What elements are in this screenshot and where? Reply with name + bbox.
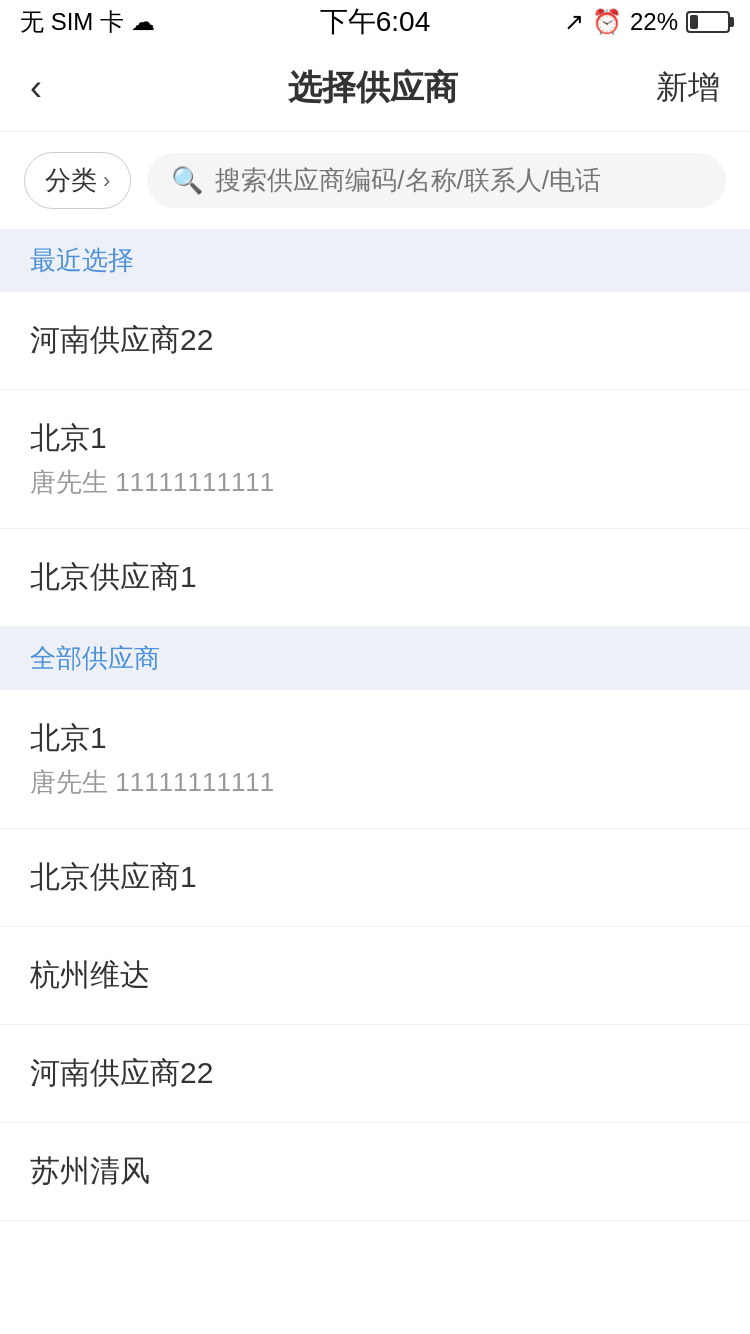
item-name: 北京供应商1 — [30, 557, 720, 598]
item-name: 杭州维达 — [30, 955, 720, 996]
list-item[interactable]: 河南供应商22 — [0, 1025, 750, 1123]
list-item[interactable]: 北京1 唐先生 11111111111 — [0, 690, 750, 829]
recent-items-list: 河南供应商22 北京1 唐先生 11111111111 北京供应商1 — [0, 292, 750, 627]
all-section-header: 全部供应商 — [0, 627, 750, 690]
battery-percent: 22% — [630, 8, 678, 36]
battery-fill — [690, 15, 698, 29]
item-sub: 唐先生 11111111111 — [30, 765, 720, 800]
item-name: 北京1 — [30, 718, 720, 759]
recent-section-label: 最近选择 — [30, 245, 134, 275]
category-label: 分类 — [45, 163, 97, 198]
list-item[interactable]: 杭州维达 — [0, 927, 750, 1025]
search-icon: 🔍 — [171, 165, 203, 196]
all-section-label: 全部供应商 — [30, 643, 160, 673]
search-input-wrap: 🔍 — [147, 153, 726, 208]
chevron-right-icon: › — [103, 168, 110, 194]
list-item[interactable]: 北京1 唐先生 11111111111 — [0, 390, 750, 529]
status-left: 无 SIM 卡 ☁ — [20, 6, 155, 38]
back-button[interactable]: ‹ — [30, 67, 90, 109]
category-filter-button[interactable]: 分类 › — [24, 152, 131, 209]
list-item[interactable]: 苏州清风 — [0, 1123, 750, 1221]
item-name: 北京供应商1 — [30, 857, 720, 898]
item-sub: 唐先生 11111111111 — [30, 465, 720, 500]
sim-status: 无 SIM 卡 ☁ — [20, 6, 155, 38]
list-item[interactable]: 河南供应商22 — [0, 292, 750, 390]
status-right: ↗ ⏰ 22% — [564, 8, 730, 36]
recent-section-header: 最近选择 — [0, 229, 750, 292]
location-icon: ↗ — [564, 8, 584, 36]
all-items-list: 北京1 唐先生 11111111111 北京供应商1 杭州维达河南供应商22 苏州清风 — [0, 690, 750, 1221]
search-bar: 分类 › 🔍 — [0, 132, 750, 229]
battery-icon — [686, 11, 730, 33]
new-action-button[interactable]: 新增 — [656, 66, 720, 110]
item-name: 北京1 — [30, 418, 720, 459]
alarm-icon: ⏰ — [592, 8, 622, 36]
nav-bar: ‹ 选择供应商 新增 — [0, 44, 750, 132]
nav-title: 选择供应商 — [288, 65, 458, 111]
status-time: 下午6:04 — [320, 3, 431, 41]
item-name: 河南供应商22 — [30, 320, 720, 361]
status-bar: 无 SIM 卡 ☁ 下午6:04 ↗ ⏰ 22% — [0, 0, 750, 44]
search-input[interactable] — [215, 165, 702, 196]
list-item[interactable]: 北京供应商1 — [0, 529, 750, 627]
item-name: 河南供应商22 — [30, 1053, 720, 1094]
list-item[interactable]: 北京供应商1 — [0, 829, 750, 927]
item-name: 苏州清风 — [30, 1151, 720, 1192]
